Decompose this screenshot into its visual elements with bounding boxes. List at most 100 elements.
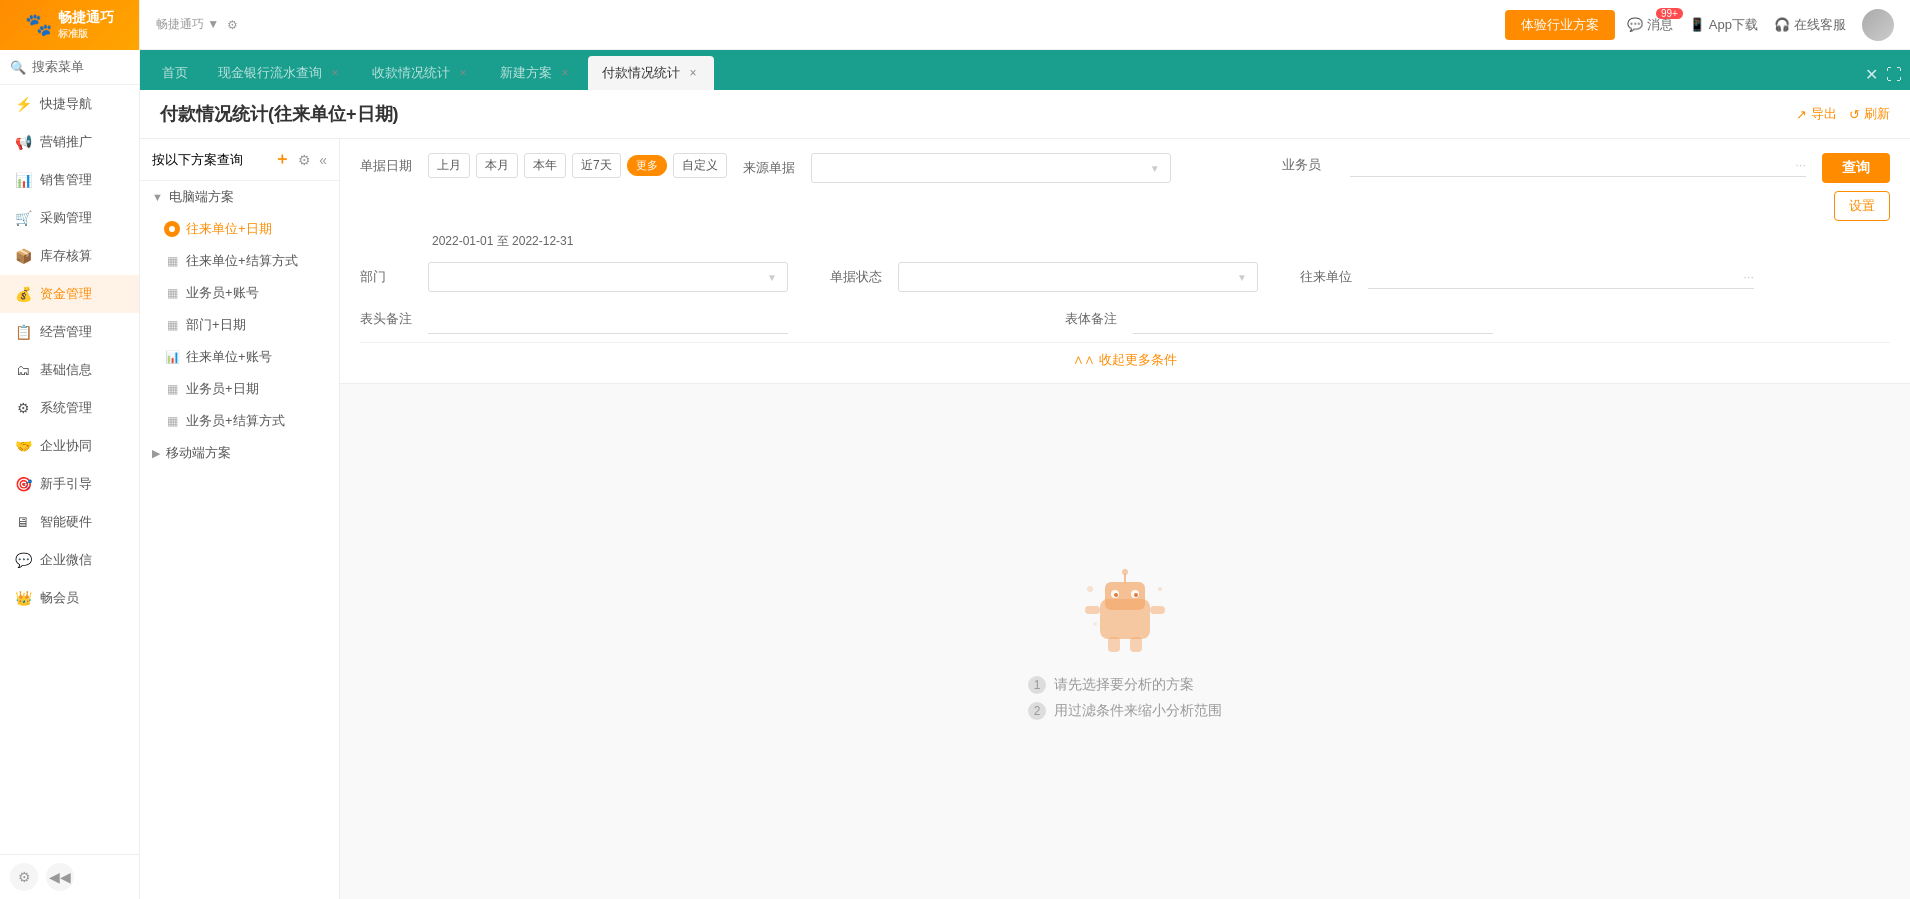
sidebar-item-capital[interactable]: 💰 资金管理 [0, 275, 139, 313]
date-label: 单据日期 [360, 157, 420, 175]
gear-btn[interactable]: ⚙ [227, 18, 238, 32]
tree-item-pc-3[interactable]: ▦ 业务员+账号 [140, 277, 339, 309]
sidebar-item-new-guide[interactable]: 🎯 新手引导 [0, 465, 139, 503]
svg-rect-10 [1150, 606, 1165, 614]
tab-home[interactable]: 首页 [148, 56, 202, 90]
tab-maximize-icon[interactable]: ⛶ [1886, 66, 1902, 84]
filter-actions: 查询 设置 [1822, 153, 1890, 221]
settings-plan-icon[interactable]: ⚙ [298, 152, 311, 168]
sidebar-item-label: 企业协同 [40, 437, 92, 455]
tab-receipts[interactable]: 收款情况统计 × [358, 56, 484, 90]
date-btn-last-7days[interactable]: 近7天 [572, 153, 621, 178]
right-panel: 单据日期 上月 本月 本年 近7天 更多 自定义 来源单据 [340, 139, 1910, 899]
sidebar-item-purchase[interactable]: 🛒 采购管理 [0, 199, 139, 237]
sidebar-item-sys-manage[interactable]: ⚙ 系统管理 [0, 389, 139, 427]
sidebar-item-quick-nav[interactable]: ⚡ 快捷导航 [0, 85, 139, 123]
sidebar-item-label: 库存核算 [40, 247, 92, 265]
user-avatar[interactable] [1862, 9, 1894, 41]
refresh-icon: ↺ [1849, 107, 1860, 122]
date-btn-this-year[interactable]: 本年 [524, 153, 566, 178]
sidebar-item-vip[interactable]: 👑 畅会员 [0, 579, 139, 617]
tree-group-pc-arrow: ▼ [152, 191, 163, 203]
app-download-action[interactable]: 📱 App下载 [1689, 16, 1758, 34]
tree-item-pc-3-icon: ▦ [164, 285, 180, 301]
wechat-icon: 💬 [14, 551, 32, 569]
date-btn-last-month[interactable]: 上月 [428, 153, 470, 178]
tab-payment-stat[interactable]: 付款情况统计 × [588, 56, 714, 90]
refresh-btn[interactable]: ↺ 刷新 [1849, 105, 1890, 123]
source-select[interactable]: ▼ [811, 153, 1171, 183]
trial-btn[interactable]: 体验行业方案 [1505, 10, 1615, 40]
note-body-label: 表体备注 [1065, 310, 1125, 328]
sidebar-item-marketing[interactable]: 📢 营销推广 [0, 123, 139, 161]
tree-group-pc[interactable]: ▼ 电脑端方案 [140, 181, 339, 213]
sidebar-item-operation[interactable]: 📋 经营管理 [0, 313, 139, 351]
collapse-label: 收起更多条件 [1099, 352, 1177, 367]
doc-status-select[interactable]: ▼ [898, 262, 1258, 292]
sidebar-item-label: 资金管理 [40, 285, 92, 303]
tree-group-mobile[interactable]: ▶ 移动端方案 [140, 437, 339, 469]
tab-new-plan-close[interactable]: × [558, 66, 572, 80]
tree-item-pc-4[interactable]: ▦ 部门+日期 [140, 309, 339, 341]
collapse-panel-icon[interactable]: « [319, 152, 327, 168]
salesman-dots[interactable]: ··· [1795, 157, 1806, 172]
collapse-sidebar-icon[interactable]: ◀◀ [46, 863, 74, 891]
sidebar-item-enterprise[interactable]: 🤝 企业协同 [0, 427, 139, 465]
online-service-action[interactable]: 🎧 在线客服 [1774, 16, 1846, 34]
partner-label: 往来单位 [1300, 268, 1360, 286]
left-panel-icons: ＋ ⚙ « [274, 149, 327, 170]
doc-status-arrow-icon: ▼ [1237, 272, 1247, 283]
messages-badge: 99+ [1656, 8, 1683, 19]
app-download-label: App下载 [1709, 16, 1758, 34]
export-btn[interactable]: ↗ 导出 [1796, 105, 1837, 123]
note-head-input[interactable] [428, 304, 788, 334]
add-plan-icon[interactable]: ＋ [274, 149, 290, 170]
query-btn[interactable]: 查询 [1822, 153, 1890, 183]
logo-icon: 🐾 [25, 12, 52, 38]
tab-payment-stat-close[interactable]: × [686, 66, 700, 80]
left-panel-header: 按以下方案查询 ＋ ⚙ « [140, 139, 339, 181]
collapse-btn[interactable]: ∧∧ 收起更多条件 [1073, 352, 1177, 367]
sidebar-item-label: 快捷导航 [40, 95, 92, 113]
tree-item-pc-6[interactable]: ▦ 业务员+日期 [140, 373, 339, 405]
left-panel: 按以下方案查询 ＋ ⚙ « ▼ 电脑端方案 往来单位+日期 ▦ [140, 139, 340, 899]
settings-btn[interactable]: 设置 [1834, 191, 1890, 221]
sidebar-item-label: 畅会员 [40, 589, 79, 607]
sidebar-item-basic-info[interactable]: 🗂 基础信息 [0, 351, 139, 389]
empty-tip-2: 2 用过滤条件来缩小分析范围 [1028, 702, 1222, 720]
tab-new-plan[interactable]: 新建方案 × [486, 56, 586, 90]
tree-item-pc-5[interactable]: 📊 往来单位+账号 [140, 341, 339, 373]
sidebar-item-label: 系统管理 [40, 399, 92, 417]
dept-select[interactable]: ▼ [428, 262, 788, 292]
search-menu[interactable]: 🔍 搜索菜单 [0, 50, 139, 85]
tab-close-all-icon[interactable]: ✕ [1865, 65, 1878, 84]
tree-item-pc-7[interactable]: ▦ 业务员+结算方式 [140, 405, 339, 437]
partner-dots[interactable]: ··· [1743, 269, 1754, 284]
tab-receipts-close[interactable]: × [456, 66, 470, 80]
sidebar-bottom: ⚙ ◀◀ [0, 854, 139, 899]
svg-rect-11 [1108, 637, 1120, 652]
svg-point-13 [1087, 586, 1093, 592]
tree-group-mobile-arrow: ▶ [152, 447, 160, 460]
note-body-input[interactable] [1133, 304, 1493, 334]
svg-rect-9 [1085, 606, 1100, 614]
tab-bar: 首页 现金银行流水查询 × 收款情况统计 × 新建方案 × 付款情况统计 × ✕… [140, 50, 1910, 90]
sidebar-item-inventory[interactable]: 📦 库存核算 [0, 237, 139, 275]
tree-item-pc-1[interactable]: 往来单位+日期 [140, 213, 339, 245]
messages-action[interactable]: 💬 消息 99+ [1627, 16, 1673, 34]
tab-bank-close[interactable]: × [328, 66, 342, 80]
tab-bank[interactable]: 现金银行流水查询 × [204, 56, 356, 90]
left-panel-title: 按以下方案查询 [152, 151, 243, 169]
sidebar-item-wechat[interactable]: 💬 企业微信 [0, 541, 139, 579]
sidebar-item-smart-hw[interactable]: 🖥 智能硬件 [0, 503, 139, 541]
settings-bottom-icon[interactable]: ⚙ [10, 863, 38, 891]
online-service-label: 在线客服 [1794, 16, 1846, 34]
svg-point-6 [1134, 593, 1138, 597]
date-btn-more[interactable]: 更多 [627, 155, 667, 176]
sidebar-item-label: 经营管理 [40, 323, 92, 341]
date-btn-custom[interactable]: 自定义 [673, 153, 727, 178]
sidebar-item-sales[interactable]: 📊 销售管理 [0, 161, 139, 199]
date-btn-this-month[interactable]: 本月 [476, 153, 518, 178]
tree-item-pc-2[interactable]: ▦ 往来单位+结算方式 [140, 245, 339, 277]
svg-rect-12 [1130, 637, 1142, 652]
